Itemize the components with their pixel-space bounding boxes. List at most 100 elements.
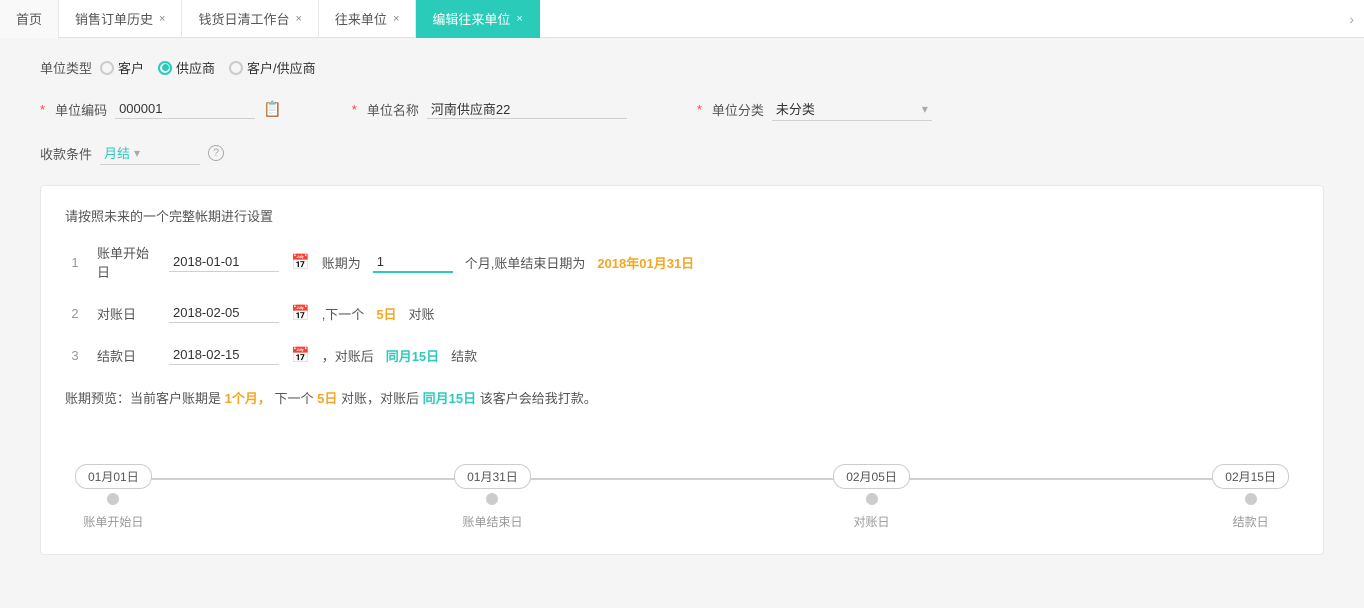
timeline-node-2: 01月31日 账单结束日 [454,464,531,530]
tab-edit-partner-close[interactable]: × [516,13,522,25]
unit-type-label: 单位类型 [40,58,92,77]
unit-category-chevron: ▾ [922,102,928,116]
row-3-label: 结款日 [97,346,157,365]
payment-date-calendar-icon[interactable]: 📅 [291,346,310,364]
unit-category-star: * [697,102,702,117]
main-content: 单位类型 客户 供应商 客户/供应商 * 单位编码 [0,38,1364,608]
timeline-node-4: 02月15日 结款日 [1212,464,1289,530]
period-input[interactable] [373,252,453,273]
unit-category-select[interactable]: 未分类 ▾ [772,97,932,121]
row-3-text1: ，对账后 [322,346,374,365]
tab-edit-partner-label: 编辑往来单位 [432,9,510,28]
radio-customer-supplier-label: 客户/供应商 [247,58,316,77]
preview-highlight2: 5日 [317,391,337,406]
timeline-label-4: 02月15日 [1212,464,1289,489]
tab-sales-history[interactable]: 销售订单历史 × [59,0,182,38]
tab-home[interactable]: 首页 [0,0,59,38]
unit-name-label: 单位名称 [367,100,419,119]
preview-middle1: 下一个 [275,391,314,406]
unit-code-label: 单位编码 [55,100,107,119]
row-3-num: 3 [65,348,85,363]
tab-edit-partner[interactable]: 编辑往来单位 × [416,0,539,38]
timeline-desc-2: 账单结束日 [462,513,522,530]
radio-supplier-circle [158,61,172,75]
unit-type-row: 单位类型 客户 供应商 客户/供应商 [40,58,1324,77]
unit-category-field: * 单位分类 未分类 ▾ [697,97,932,121]
preview-highlight1: 1个月， [225,391,271,406]
timeline-label-1: 01月01日 [75,464,152,489]
payment-chevron: ▾ [134,146,140,160]
timeline: 01月01日 账单开始日 01月31日 账单结束日 02月05日 对账日 [65,434,1299,530]
row-2-highlight1: 5日 [376,304,396,323]
radio-customer[interactable]: 客户 [100,58,144,77]
payment-value: 月结 [104,143,130,162]
period-row-3: 3 结款日 📅 ，对账后 同月15日 结款 [65,345,1299,365]
preview-prefix: 账期预览：当前客户账期是 [65,391,221,406]
timeline-dot-4 [1245,493,1257,505]
tab-partners-label: 往来单位 [335,9,387,28]
tab-cash-work-label: 钱货日清工作台 [198,9,289,28]
unit-name-star: * [352,102,357,117]
timeline-dot-3 [866,493,878,505]
unit-type-radio-group: 客户 供应商 客户/供应商 [100,58,316,77]
row-3-highlight1: 同月15日 [386,346,439,365]
radio-customer-supplier[interactable]: 客户/供应商 [229,58,316,77]
payment-help-icon[interactable]: ? [208,145,224,161]
radio-customer-supplier-circle [229,61,243,75]
timeline-dot-1 [107,493,119,505]
reconcile-date-calendar-icon[interactable]: 📅 [291,304,310,322]
preview-middle2: 对账，对账后 [341,391,419,406]
timeline-label-3: 02月05日 [833,464,910,489]
period-row-1: 1 账单开始日 📅 账期为 个月,账单结束日期为 2018年01月31日 [65,243,1299,281]
tab-cash-work-close[interactable]: × [295,13,301,25]
section-title: 请按照未来的一个完整帐期进行设置 [65,206,1299,225]
period-row-2: 2 对账日 📅 ,下一个 5日 对账 [65,303,1299,323]
radio-supplier[interactable]: 供应商 [158,58,215,77]
tab-sales-history-label: 销售订单历史 [75,9,153,28]
unit-category-value: 未分类 [776,99,918,118]
tab-partners-close[interactable]: × [393,13,399,25]
tab-home-label: 首页 [16,9,42,28]
preview-highlight3: 同月15日 [423,391,476,406]
start-date-input[interactable] [169,252,279,272]
unit-name-field: * 单位名称 [352,99,627,119]
row-2-label: 对账日 [97,304,157,323]
radio-customer-label: 客户 [118,58,144,77]
unit-code-input[interactable] [115,99,255,119]
reconcile-date-input[interactable] [169,303,279,323]
row-3-text2: 结款 [451,346,477,365]
row-2-text1: ,下一个 [322,304,365,323]
row-2-text2: 对账 [409,304,435,323]
unit-name-input[interactable] [427,99,627,119]
unit-category-label: 单位分类 [712,100,764,119]
row-1-text1: 账期为 [322,253,361,272]
row-1-end-date: 2018年01月31日 [597,253,694,272]
tab-sales-history-close[interactable]: × [159,13,165,25]
unit-code-calendar-icon[interactable]: 📋 [263,100,282,118]
unit-code-field: * 单位编码 📋 [40,99,282,119]
row-1-label: 账单开始日 [97,243,157,281]
row-2-num: 2 [65,306,85,321]
timeline-node-1: 01月01日 账单开始日 [75,464,152,530]
unit-code-star: * [40,102,45,117]
payment-label: 收款条件 [40,144,92,163]
row-1-text2: 个月,账单结束日期为 [465,253,586,272]
preview-text: 账期预览：当前客户账期是 1个月， 下一个 5日 对账，对账后 同月15日 该客… [65,387,1299,410]
radio-supplier-label: 供应商 [176,58,215,77]
payment-row: 收款条件 月结 ▾ ? [40,141,1324,165]
tab-cash-work[interactable]: 钱货日清工作台 × [182,0,318,38]
timeline-dot-2 [486,493,498,505]
tabs-scroll-right[interactable]: › [1339,11,1364,27]
start-date-calendar-icon[interactable]: 📅 [291,253,310,271]
preview-suffix: 该客户会给我打款。 [480,391,597,406]
period-section: 请按照未来的一个完整帐期进行设置 1 账单开始日 📅 账期为 个月,账单结束日期… [40,185,1324,555]
payment-select[interactable]: 月结 ▾ [100,141,200,165]
payment-date-input[interactable] [169,345,279,365]
tab-partners[interactable]: 往来单位 × [319,0,416,38]
timeline-desc-3: 对账日 [854,513,890,530]
timeline-desc-4: 结款日 [1233,513,1269,530]
timeline-label-2: 01月31日 [454,464,531,489]
unit-info-row: * 单位编码 📋 * 单位名称 * 单位分类 未分类 ▾ [40,97,1324,121]
timeline-node-3: 02月05日 对账日 [833,464,910,530]
timeline-desc-1: 账单开始日 [83,513,143,530]
